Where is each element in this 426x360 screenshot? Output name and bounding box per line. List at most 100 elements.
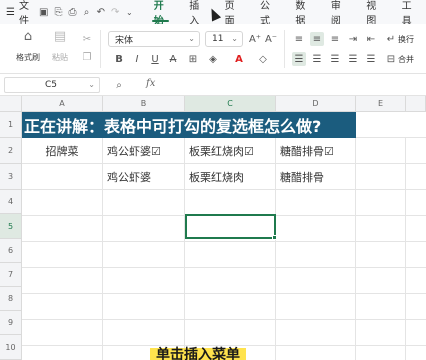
row-header-6[interactable]: 6 bbox=[0, 239, 22, 263]
row-header-7[interactable]: 7 bbox=[0, 263, 22, 287]
cell-d3[interactable]: 糖醋排骨 bbox=[276, 164, 356, 190]
font-size-value: 11 bbox=[212, 34, 224, 44]
row-header-10[interactable]: 10 bbox=[0, 335, 22, 360]
paste-button[interactable]: ▤ 粘贴 bbox=[52, 30, 68, 63]
col-header-c[interactable]: C bbox=[185, 96, 276, 112]
merge-label[interactable]: 合并 bbox=[398, 54, 414, 65]
file-menu[interactable]: ☰ 文件 bbox=[6, 0, 29, 27]
file-menu-label: 文件 bbox=[18, 1, 29, 27]
ribbon-divider bbox=[100, 30, 101, 68]
row-header-4[interactable]: 4 bbox=[0, 190, 22, 214]
align-top-icon[interactable]: ≡ bbox=[292, 32, 306, 46]
wrap-icon[interactable]: ↵ bbox=[384, 32, 398, 46]
name-box[interactable]: C5 ⌄ bbox=[4, 77, 100, 93]
tab-insert-label: 插入 bbox=[189, 1, 200, 27]
tab-formula[interactable]: 公式 bbox=[249, 0, 284, 27]
row-header-9[interactable]: 9 bbox=[0, 311, 22, 335]
tab-formula-label: 公式 bbox=[260, 1, 270, 27]
format-painter-button[interactable]: ⌂ 格式刷 bbox=[16, 30, 40, 63]
cell-c3[interactable]: 板栗红烧肉 bbox=[185, 164, 276, 190]
tab-view[interactable]: 视图 bbox=[355, 0, 390, 27]
print-icon[interactable]: ⎙ bbox=[68, 6, 76, 18]
distributed-icon[interactable]: ☰ bbox=[364, 52, 378, 66]
tab-tools-label: 工具 bbox=[401, 1, 412, 27]
cell-b2[interactable]: 鸡公虾婆☑ bbox=[103, 138, 185, 164]
fill-color-icon[interactable]: ◈ bbox=[206, 52, 220, 66]
font-name-value: 宋体 bbox=[115, 35, 134, 46]
tab-tools[interactable]: 工具 bbox=[391, 0, 426, 27]
outdent-icon[interactable]: ⇤ bbox=[364, 32, 378, 46]
cell-c2[interactable]: 板栗红烧肉☑ bbox=[185, 138, 276, 164]
col-header-f[interactable] bbox=[406, 96, 426, 112]
brush-icon: ⌂ bbox=[23, 29, 33, 44]
save-icon[interactable]: ▣ bbox=[39, 6, 48, 18]
font-size-select[interactable]: 11 ⌄ bbox=[205, 31, 243, 47]
cut-icon[interactable]: ✂ bbox=[80, 32, 94, 46]
chevron-down-icon: ⌄ bbox=[88, 80, 95, 89]
redo-icon[interactable]: ↷ bbox=[111, 6, 119, 18]
cell-d2[interactable]: 糖醋排骨☑ bbox=[276, 138, 356, 164]
wrap-label[interactable]: 换行 bbox=[398, 34, 414, 45]
banner-text: 正在讲解：表格中可打勾的复选框怎么做? bbox=[24, 117, 322, 136]
bold-icon[interactable]: B bbox=[112, 52, 126, 66]
row-header-5[interactable]: 5 bbox=[0, 214, 22, 239]
row-header-2[interactable]: 2 bbox=[0, 138, 22, 164]
tab-view-label: 视图 bbox=[366, 1, 377, 27]
row-header-3[interactable]: 3 bbox=[0, 164, 22, 190]
fill-handle[interactable] bbox=[272, 235, 277, 240]
clipboard-icon: ▤ bbox=[53, 29, 67, 44]
title-banner[interactable]: 正在讲解：表格中可打勾的复选框怎么做? bbox=[22, 112, 356, 138]
align-bottom-icon[interactable]: ≡ bbox=[328, 32, 342, 46]
col-header-e[interactable]: E bbox=[356, 96, 406, 112]
cell-a2[interactable]: 招牌菜 bbox=[22, 138, 103, 164]
copy-icon[interactable]: ❐ bbox=[80, 50, 94, 64]
indent-icon[interactable]: ⇥ bbox=[346, 32, 360, 46]
tab-review-label: 审阅 bbox=[330, 1, 341, 27]
tab-data-label: 数据 bbox=[295, 1, 306, 27]
underline-icon[interactable]: U bbox=[148, 52, 162, 66]
export-icon[interactable]: ⎘ bbox=[54, 6, 62, 18]
font-color-icon[interactable]: A bbox=[232, 52, 246, 66]
cell-b3[interactable]: 鸡公虾婆 bbox=[103, 164, 185, 190]
col-header-d[interactable]: D bbox=[276, 96, 356, 112]
italic-icon[interactable]: I bbox=[130, 52, 144, 66]
more-icon[interactable]: ⌄ bbox=[125, 6, 133, 18]
font-name-select[interactable]: 宋体 ⌄ bbox=[108, 31, 200, 47]
tab-home[interactable]: 开始 bbox=[143, 0, 178, 27]
zoom-icon[interactable]: ⌕ bbox=[112, 78, 126, 92]
justify-icon[interactable]: ☰ bbox=[346, 52, 360, 66]
align-middle-icon[interactable]: ≡ bbox=[310, 32, 324, 46]
paste-label: 粘贴 bbox=[52, 53, 68, 62]
preview-icon[interactable]: ⌕ bbox=[83, 6, 91, 18]
tab-review[interactable]: 审阅 bbox=[320, 0, 355, 27]
align-center-icon[interactable]: ☰ bbox=[310, 52, 324, 66]
merge-icon[interactable]: ⊟ bbox=[384, 52, 398, 66]
formula-input[interactable] bbox=[166, 77, 422, 93]
spreadsheet-grid: A B C D E 1 2 3 4 5 6 7 8 9 10 正在讲解：表格中可… bbox=[0, 96, 426, 360]
caption-subtitle: 单击插入菜单 bbox=[150, 348, 246, 360]
tab-data[interactable]: 数据 bbox=[284, 0, 319, 27]
col-header-a[interactable]: A bbox=[22, 96, 103, 112]
banner-rest bbox=[356, 112, 426, 138]
tab-page-label: 页面 bbox=[224, 1, 235, 27]
row-header-1[interactable]: 1 bbox=[0, 112, 22, 138]
select-all-corner[interactable] bbox=[0, 96, 22, 112]
undo-icon[interactable]: ↶ bbox=[97, 6, 105, 18]
strikethrough-icon[interactable]: A bbox=[166, 52, 180, 66]
chevron-down-icon: ⌄ bbox=[231, 34, 238, 43]
decrease-font-icon[interactable]: A⁻ bbox=[264, 32, 278, 46]
ribbon-toolbar: ⌂ 格式刷 ▤ 粘贴 ✂ ❐ 宋体 ⌄ 11 ⌄ A⁺ A⁻ B I U A ⊞… bbox=[0, 24, 426, 74]
row-header-8[interactable]: 8 bbox=[0, 287, 22, 311]
active-cell-c5[interactable] bbox=[185, 214, 276, 239]
format-painter-label: 格式刷 bbox=[16, 53, 40, 62]
border-icon[interactable]: ⊞ bbox=[186, 52, 200, 66]
align-left-icon[interactable]: ☰ bbox=[292, 52, 306, 66]
clear-format-icon[interactable]: ◇ bbox=[256, 52, 270, 66]
ribbon-divider bbox=[284, 30, 285, 68]
align-right-icon[interactable]: ☰ bbox=[328, 52, 342, 66]
chevron-down-icon: ⌄ bbox=[188, 34, 195, 43]
fx-label[interactable]: fx bbox=[146, 78, 155, 89]
col-header-b[interactable]: B bbox=[103, 96, 185, 112]
hamburger-icon: ☰ bbox=[6, 6, 15, 18]
increase-font-icon[interactable]: A⁺ bbox=[248, 32, 262, 46]
